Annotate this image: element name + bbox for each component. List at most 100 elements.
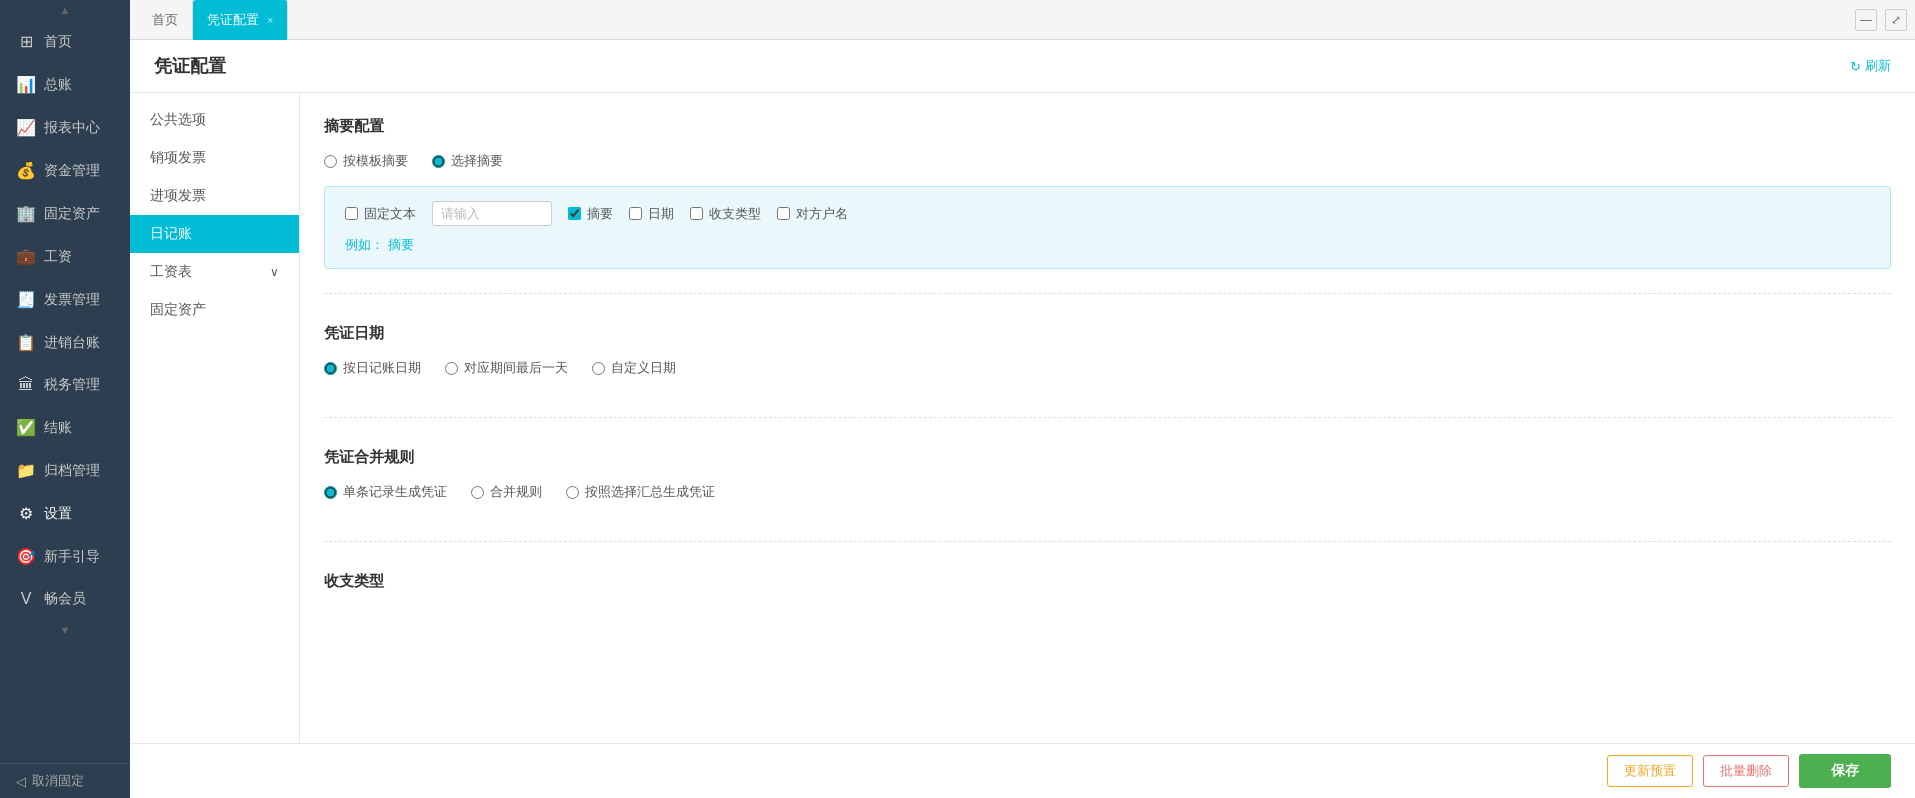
batch-delete-button[interactable]: 批量删除 bbox=[1703, 755, 1789, 787]
sidebar-item-archive[interactable]: 📁 归档管理 bbox=[0, 449, 130, 492]
tab-voucher-config[interactable]: 凭证配置 × bbox=[193, 0, 288, 40]
summary-radio-group: 按模板摘要 选择摘要 bbox=[324, 152, 1891, 170]
left-nav-fixed-assets[interactable]: 固定资产 bbox=[130, 291, 299, 329]
checkbox-payment-type[interactable] bbox=[690, 207, 703, 220]
left-nav-sales-invoice[interactable]: 销项发票 bbox=[130, 139, 299, 177]
voucher-date-radio-group: 按日记账日期 对应期间最后一天 自定义日期 bbox=[324, 359, 1891, 377]
checkbox-summary[interactable] bbox=[568, 207, 581, 220]
sidebar-item-reports[interactable]: 📈 报表中心 bbox=[0, 106, 130, 149]
guide-icon: 🎯 bbox=[16, 547, 36, 566]
left-nav-journal[interactable]: 日记账 bbox=[130, 215, 299, 253]
merge-rule-title: 凭证合并规则 bbox=[324, 448, 1891, 467]
sidebar-item-home[interactable]: ⊞ 首页 bbox=[0, 20, 130, 63]
fixed-assets-icon: 🏢 bbox=[16, 204, 36, 223]
checkbox-counterpart-label[interactable]: 对方户名 bbox=[777, 205, 848, 223]
radio-journal-date-label[interactable]: 按日记账日期 bbox=[324, 359, 421, 377]
bottom-bar: 更新预置 批量删除 保存 bbox=[130, 743, 1915, 798]
sidebar: ▲ ⊞ 首页 📊 总账 📈 报表中心 💰 资金管理 🏢 固定资产 💼 工资 🧾 … bbox=[0, 0, 130, 798]
merge-rule-radio-group: 单条记录生成凭证 合并规则 按照选择汇总生成凭证 bbox=[324, 483, 1891, 501]
tab-home[interactable]: 首页 bbox=[138, 0, 193, 40]
sidebar-item-ledger[interactable]: 📊 总账 bbox=[0, 63, 130, 106]
update-preview-button[interactable]: 更新预置 bbox=[1607, 755, 1693, 787]
page-header: 凭证配置 ↻ 刷新 bbox=[130, 40, 1915, 93]
checkbox-summary-label[interactable]: 摘要 bbox=[568, 205, 613, 223]
sidebar-item-guide[interactable]: 🎯 新手引导 bbox=[0, 535, 130, 578]
chevron-down-icon: ∨ bbox=[270, 265, 279, 279]
right-content: 摘要配置 按模板摘要 选择摘要 bbox=[300, 93, 1915, 743]
fixed-text-input[interactable] bbox=[432, 201, 552, 226]
main-area: 首页 凭证配置 × — ⤢ 凭证配置 ↻ 刷新 公共选项 bbox=[130, 0, 1915, 798]
checkbox-date-label[interactable]: 日期 bbox=[629, 205, 674, 223]
closing-icon: ✅ bbox=[16, 418, 36, 437]
income-expense-section: 收支类型 bbox=[324, 572, 1891, 631]
sales-ledger-icon: 📋 bbox=[16, 333, 36, 352]
ledger-icon: 📊 bbox=[16, 75, 36, 94]
sidebar-item-tax[interactable]: 🏛 税务管理 bbox=[0, 364, 130, 406]
voucher-date-section: 凭证日期 按日记账日期 对应期间最后一天 自定义日期 bbox=[324, 324, 1891, 418]
radio-template-label[interactable]: 按模板摘要 bbox=[324, 152, 408, 170]
funds-icon: 💰 bbox=[16, 161, 36, 180]
settings-icon: ⚙ bbox=[16, 504, 36, 523]
sidebar-item-sales-ledger[interactable]: 📋 进销台账 bbox=[0, 321, 130, 364]
radio-template[interactable] bbox=[324, 155, 337, 168]
radio-custom-date-label[interactable]: 自定义日期 bbox=[592, 359, 676, 377]
radio-single-record[interactable] bbox=[324, 486, 337, 499]
maximize-button[interactable]: ⤢ bbox=[1885, 9, 1907, 31]
payroll-icon: 💼 bbox=[16, 247, 36, 266]
summary-section-title: 摘要配置 bbox=[324, 117, 1891, 136]
tab-close-icon[interactable]: × bbox=[267, 14, 273, 26]
home-icon: ⊞ bbox=[16, 32, 36, 51]
refresh-icon: ↻ bbox=[1850, 59, 1861, 74]
radio-merge-rule-label[interactable]: 合并规则 bbox=[471, 483, 542, 501]
sidebar-item-closing[interactable]: ✅ 结账 bbox=[0, 406, 130, 449]
checkbox-counterpart[interactable] bbox=[777, 207, 790, 220]
save-button[interactable]: 保存 bbox=[1799, 754, 1891, 788]
radio-period-last-label[interactable]: 对应期间最后一天 bbox=[445, 359, 568, 377]
cancel-fixed-button[interactable]: ◁ 取消固定 bbox=[0, 763, 130, 798]
tab-controls: — ⤢ bbox=[1855, 9, 1907, 31]
checkbox-fixed-text[interactable] bbox=[345, 207, 358, 220]
minimize-button[interactable]: — bbox=[1855, 9, 1877, 31]
radio-merge-rule[interactable] bbox=[471, 486, 484, 499]
radio-select-total[interactable] bbox=[566, 486, 579, 499]
merge-rule-section: 凭证合并规则 单条记录生成凭证 合并规则 按照选择汇总生成凭证 bbox=[324, 448, 1891, 542]
sidebar-item-settings[interactable]: ⚙ 设置 bbox=[0, 492, 130, 535]
sidebar-item-payroll[interactable]: 💼 工资 bbox=[0, 235, 130, 278]
sidebar-item-vip[interactable]: V 畅会员 bbox=[0, 578, 130, 620]
checkbox-fixed-text-label[interactable]: 固定文本 bbox=[345, 205, 416, 223]
reports-icon: 📈 bbox=[16, 118, 36, 137]
radio-period-last[interactable] bbox=[445, 362, 458, 375]
summary-config-row: 固定文本 摘要 日期 bbox=[345, 201, 1870, 226]
pin-icon: ◁ bbox=[16, 774, 26, 789]
income-expense-title: 收支类型 bbox=[324, 572, 1891, 591]
sidebar-item-funds[interactable]: 💰 资金管理 bbox=[0, 149, 130, 192]
checkbox-date[interactable] bbox=[629, 207, 642, 220]
radio-select-summary[interactable] bbox=[432, 155, 445, 168]
radio-select-label[interactable]: 选择摘要 bbox=[432, 152, 503, 170]
checkbox-payment-type-label[interactable]: 收支类型 bbox=[690, 205, 761, 223]
content-area: 凭证配置 ↻ 刷新 公共选项 销项发票 进项发票 日记账 bbox=[130, 40, 1915, 798]
sidebar-item-fixed-assets[interactable]: 🏢 固定资产 bbox=[0, 192, 130, 235]
sidebar-item-invoices[interactable]: 🧾 发票管理 bbox=[0, 278, 130, 321]
sidebar-scroll-up[interactable]: ▲ bbox=[0, 0, 130, 20]
invoices-icon: 🧾 bbox=[16, 290, 36, 309]
left-nav-public-options[interactable]: 公共选项 bbox=[130, 101, 299, 139]
summary-config-box: 固定文本 摘要 日期 bbox=[324, 186, 1891, 269]
body-layout: 公共选项 销项发票 进项发票 日记账 工资表 ∨ 固定资产 bbox=[130, 93, 1915, 743]
radio-select-total-label[interactable]: 按照选择汇总生成凭证 bbox=[566, 483, 715, 501]
refresh-button[interactable]: ↻ 刷新 bbox=[1850, 57, 1891, 75]
radio-single-record-label[interactable]: 单条记录生成凭证 bbox=[324, 483, 447, 501]
radio-custom-date[interactable] bbox=[592, 362, 605, 375]
voucher-date-title: 凭证日期 bbox=[324, 324, 1891, 343]
left-nav: 公共选项 销项发票 进项发票 日记账 工资表 ∨ 固定资产 bbox=[130, 93, 300, 743]
radio-journal-date[interactable] bbox=[324, 362, 337, 375]
summary-example: 例如： 摘要 bbox=[345, 236, 1870, 254]
left-nav-payroll-table[interactable]: 工资表 ∨ bbox=[130, 253, 299, 291]
page-title: 凭证配置 bbox=[154, 54, 226, 78]
vip-icon: V bbox=[16, 590, 36, 608]
sidebar-scroll-down[interactable]: ▼ bbox=[0, 620, 130, 640]
tax-icon: 🏛 bbox=[16, 376, 36, 394]
tab-bar: 首页 凭证配置 × — ⤢ bbox=[130, 0, 1915, 40]
left-nav-purchase-invoice[interactable]: 进项发票 bbox=[130, 177, 299, 215]
archive-icon: 📁 bbox=[16, 461, 36, 480]
